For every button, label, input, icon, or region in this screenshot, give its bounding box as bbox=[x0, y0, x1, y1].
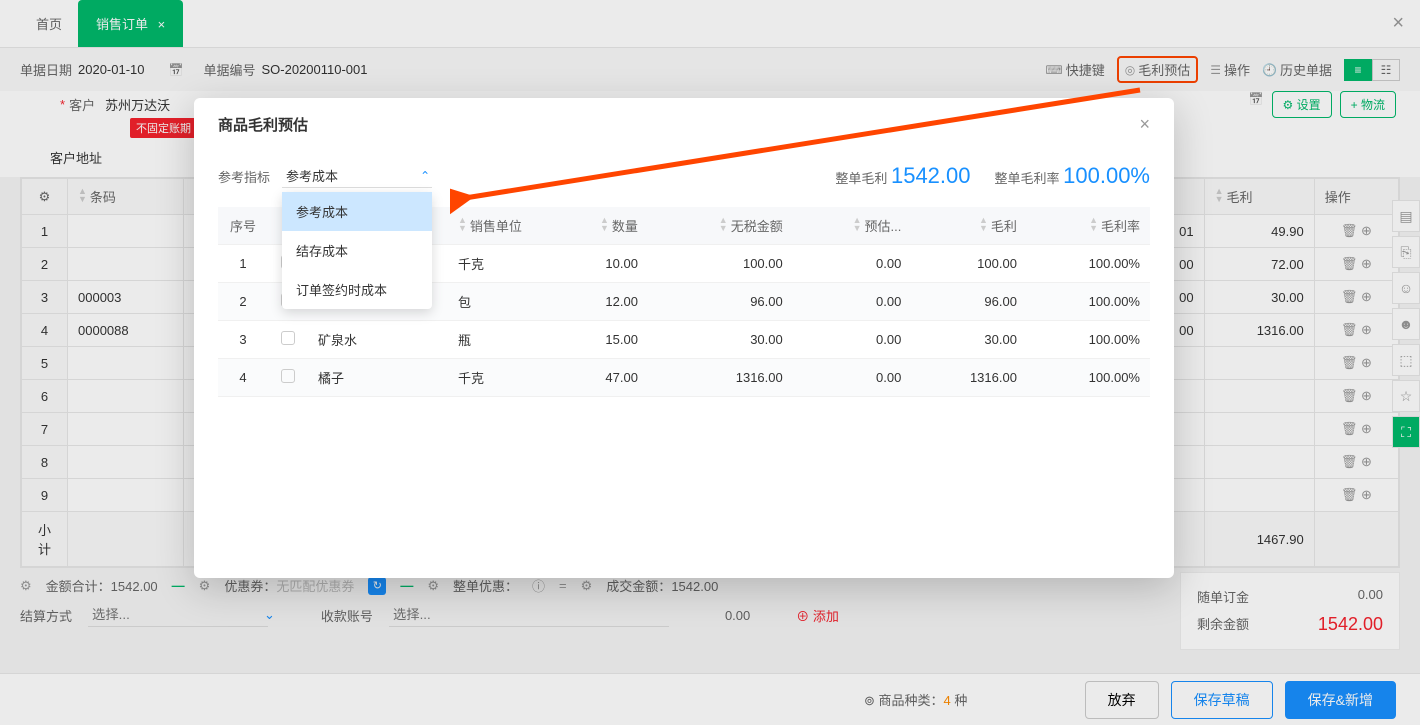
table-row[interactable]: 4橘子千克47.001316.000.001316.00100.00% bbox=[218, 359, 1150, 397]
checkbox[interactable] bbox=[281, 369, 295, 383]
total-profit-label: 整单毛利 bbox=[835, 171, 887, 186]
chevron-up-icon[interactable]: ⌄ bbox=[420, 168, 430, 182]
dropdown-option[interactable]: 参考成本 bbox=[282, 192, 432, 231]
dropdown-option[interactable]: 订单签约时成本 bbox=[282, 270, 432, 309]
total-rate-label: 整单毛利率 bbox=[995, 171, 1060, 186]
checkbox[interactable] bbox=[281, 331, 295, 345]
total-rate-value: 100.00% bbox=[1063, 163, 1150, 188]
col-qty[interactable]: ▲▼数量 bbox=[548, 207, 648, 245]
dropdown-option[interactable]: 结存成本 bbox=[282, 231, 432, 270]
col-unit[interactable]: ▲▼销售单位 bbox=[448, 207, 548, 245]
indicator-label: 参考指标 bbox=[218, 167, 270, 186]
dropdown-menu: 参考成本 结存成本 订单签约时成本 bbox=[282, 192, 432, 309]
total-profit-value: 1542.00 bbox=[891, 163, 971, 188]
col-est[interactable]: ▲▼预估... bbox=[793, 207, 912, 245]
profit-estimate-modal: 商品毛利预估 × 参考指标 ⌄ 参考成本 结存成本 订单签约时成本 整单毛利 1… bbox=[194, 98, 1174, 578]
indicator-input[interactable] bbox=[282, 164, 432, 188]
col-rate[interactable]: ▲▼毛利率 bbox=[1027, 207, 1150, 245]
col-seq: 序号 bbox=[218, 207, 268, 245]
close-icon[interactable]: × bbox=[1139, 114, 1150, 135]
col-profit[interactable]: ▲▼毛利 bbox=[911, 207, 1027, 245]
table-row[interactable]: 3矿泉水瓶15.0030.000.0030.00100.00% bbox=[218, 321, 1150, 359]
indicator-dropdown[interactable]: ⌄ 参考成本 结存成本 订单签约时成本 bbox=[282, 164, 432, 188]
col-amount[interactable]: ▲▼无税金额 bbox=[648, 207, 793, 245]
modal-title: 商品毛利预估 bbox=[218, 114, 308, 135]
